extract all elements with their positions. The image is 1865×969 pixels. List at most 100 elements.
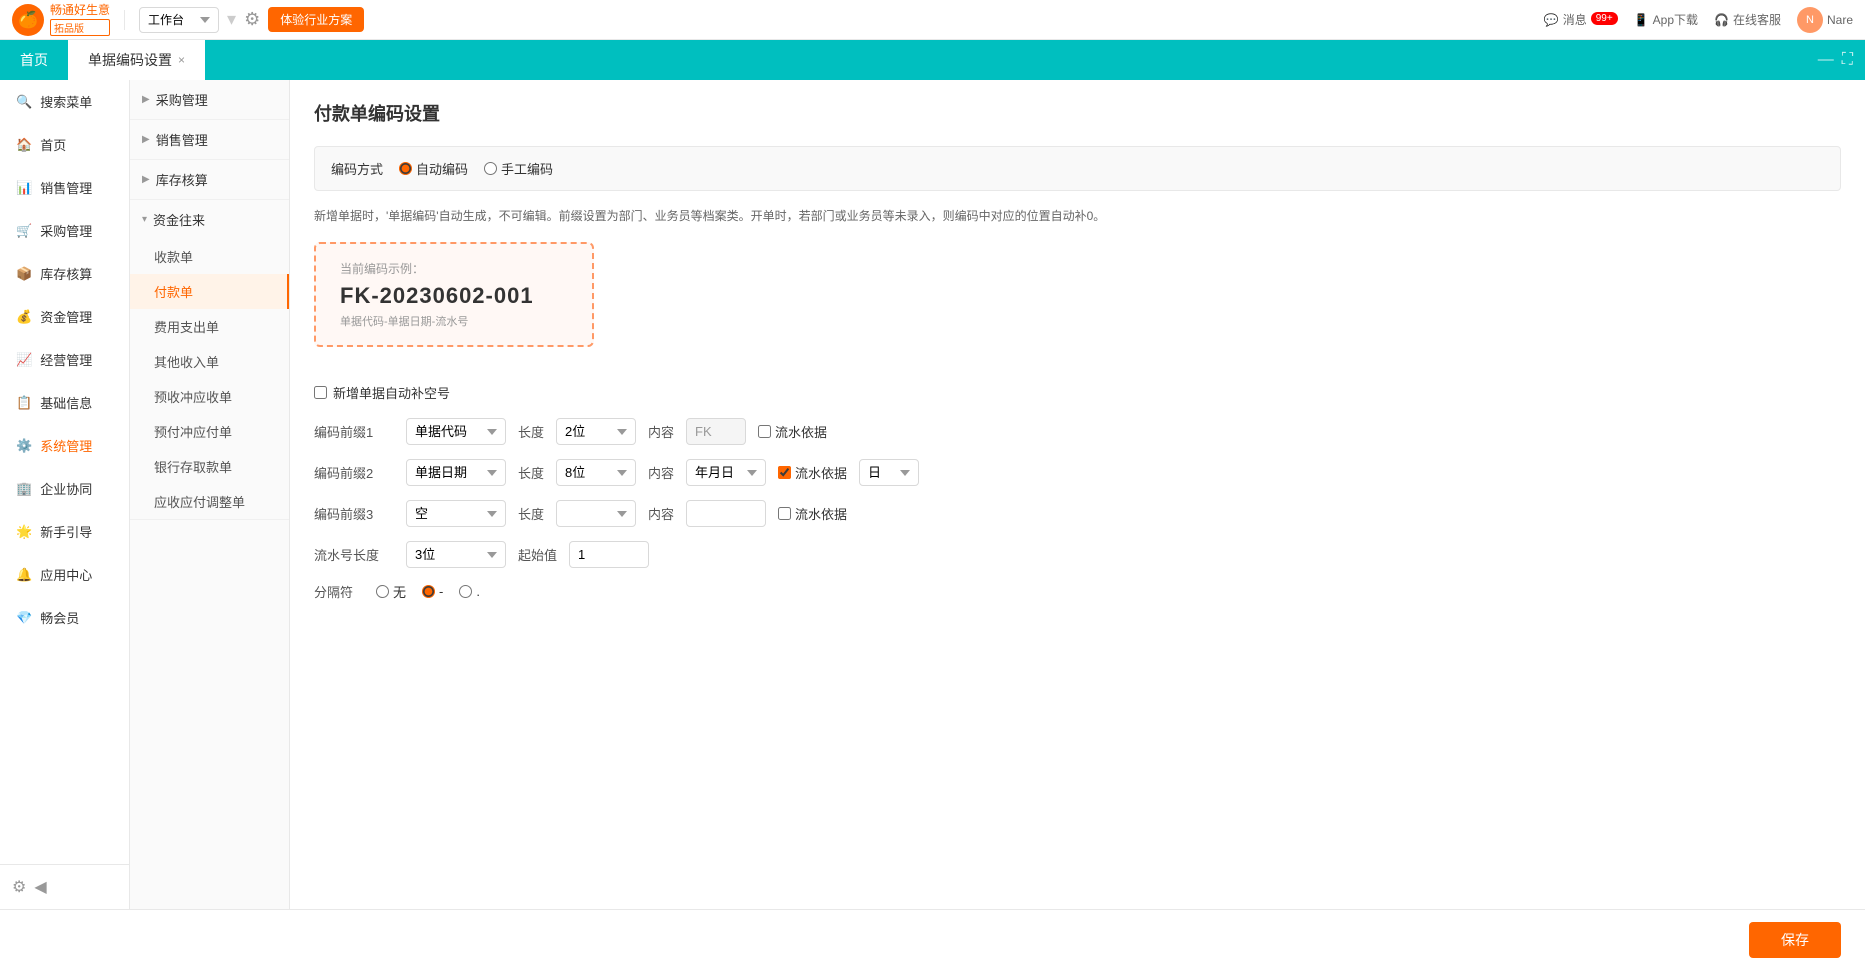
manual-encoding-radio[interactable] xyxy=(484,162,497,175)
prefix1-type-select[interactable]: 单据代码 xyxy=(406,418,506,445)
prefix1-length-select[interactable]: 2位 xyxy=(556,418,636,445)
tab-expand-icon[interactable]: ⛶ xyxy=(1842,51,1853,69)
logo-tag: 拓品版 xyxy=(50,19,110,36)
mid-nav-item-payment[interactable]: 付款单 xyxy=(130,274,289,309)
prefix2-serial-label: 流水依据 xyxy=(795,463,847,482)
prefix1-serial-checkbox[interactable]: 流水依据 xyxy=(758,422,827,441)
settings-icon[interactable]: ⚙ xyxy=(244,9,260,30)
prefix2-type-select[interactable]: 单据日期 xyxy=(406,459,506,486)
sidebar-item-home[interactable]: 🏠 首页 xyxy=(0,123,129,166)
mid-nav-item-bank-deposit[interactable]: 银行存取款单 xyxy=(130,449,289,484)
serial-start-input[interactable] xyxy=(569,541,649,568)
tab-minimize-icon[interactable]: — xyxy=(1818,51,1834,69)
encoding-method-section: 编码方式 自动编码 手工编码 xyxy=(314,146,1841,191)
info-text: 新增单据时，'单据编码'自动生成，不可编辑。前缀设置为部门、业务员等档案类。开单… xyxy=(314,207,1841,226)
sidebar-item-enterprise[interactable]: 🏢 企业协同 xyxy=(0,467,129,510)
appstore-icon: 🔔 xyxy=(16,567,32,583)
sep-dash-option[interactable]: - xyxy=(422,584,443,599)
sep-dot-label: . xyxy=(476,584,480,599)
avatar: N xyxy=(1797,7,1823,33)
prefix3-content-input[interactable] xyxy=(686,500,766,527)
dropdown-icon[interactable]: ▾ xyxy=(227,9,236,30)
sidebar-item-inventory[interactable]: 📦 库存核算 xyxy=(0,252,129,295)
sidebar-item-appstore[interactable]: 🔔 应用中心 xyxy=(0,553,129,596)
sep-dash-radio[interactable] xyxy=(422,585,435,598)
mid-nav: ▶ 采购管理 ▶ 销售管理 ▶ 库存核算 ▾ 资金往来 收款单 xyxy=(130,80,290,909)
prefix2-content-select[interactable]: 年月日 xyxy=(686,459,766,486)
sidebar-label-finance: 资金管理 xyxy=(40,307,92,326)
auto-encoding-radio[interactable] xyxy=(399,162,412,175)
sidebar-item-membership[interactable]: 💎 畅会员 xyxy=(0,596,129,639)
mid-nav-item-prepay-receive[interactable]: 预收冲应收单 xyxy=(130,379,289,414)
mid-nav-item-prepay-pay[interactable]: 预付冲应付单 xyxy=(130,414,289,449)
prefix3-content-label: 内容 xyxy=(648,504,674,523)
mid-nav-item-other-income[interactable]: 其他收入单 xyxy=(130,344,289,379)
tab-home[interactable]: 首页 xyxy=(0,40,68,80)
messages-item[interactable]: 💬 消息 99+ xyxy=(1544,11,1618,28)
sep-dot-option[interactable]: . xyxy=(459,584,480,599)
sep-none-option[interactable]: 无 xyxy=(376,582,406,601)
sidebar-item-guide[interactable]: 🌟 新手引导 xyxy=(0,510,129,553)
separator-label: 分隔符 xyxy=(314,582,364,601)
mid-nav-title-inventory[interactable]: ▶ 库存核算 xyxy=(130,160,289,199)
mid-nav-item-expense[interactable]: 费用支出单 xyxy=(130,309,289,344)
mid-nav-item-receipt[interactable]: 收款单 xyxy=(130,239,289,274)
workspace-select[interactable]: 工作台 xyxy=(139,7,219,33)
sep-dot-radio[interactable] xyxy=(459,585,472,598)
auto-encoding-option[interactable]: 自动编码 xyxy=(399,159,468,178)
sidebar-item-basic[interactable]: 📋 基础信息 xyxy=(0,381,129,424)
prefix1-label: 编码前缀1 xyxy=(314,422,394,441)
mid-nav-title-sales[interactable]: ▶ 销售管理 xyxy=(130,120,289,159)
tab-settings-label: 单据编码设置 xyxy=(88,50,172,70)
auto-fill-checkbox-row[interactable]: 新增单据自动补空号 xyxy=(314,383,1841,402)
content-area: 付款单编码设置 编码方式 自动编码 手工编码 新增单据时，'单据编码'自动生成，… xyxy=(290,80,1865,909)
prefix3-serial-checkbox[interactable]: 流水依据 xyxy=(778,504,847,523)
sidebar-label-operations: 经营管理 xyxy=(40,350,92,369)
sidebar-item-purchase[interactable]: 🛒 采购管理 xyxy=(0,209,129,252)
prefix3-serial-check[interactable] xyxy=(778,507,791,520)
prefix2-date-unit-select[interactable]: 日 月 年 xyxy=(859,459,919,486)
prefix3-length-label: 长度 xyxy=(518,504,544,523)
sidebar-collapse-icon[interactable]: ◀ xyxy=(34,877,46,897)
tab-actions: — ⛶ xyxy=(1818,51,1865,69)
inventory-icon: 📦 xyxy=(16,266,32,282)
mid-nav-title-finance[interactable]: ▾ 资金往来 xyxy=(130,200,289,239)
mid-nav-sales-label: 销售管理 xyxy=(156,130,208,149)
sidebar-item-sales[interactable]: 📊 销售管理 xyxy=(0,166,129,209)
prefix2-serial-check[interactable] xyxy=(778,466,791,479)
sep-none-radio[interactable] xyxy=(376,585,389,598)
prefix1-content-label: 内容 xyxy=(648,422,674,441)
code-preview-label: 当前编码示例： xyxy=(340,260,568,277)
tab-settings[interactable]: 单据编码设置 × xyxy=(68,40,205,80)
auto-fill-checkbox[interactable] xyxy=(314,386,327,399)
logo-area: 🍊 畅通好生意 拓品版 xyxy=(12,3,110,36)
arrow-icon-purchase: ▶ xyxy=(142,94,150,105)
manual-encoding-option[interactable]: 手工编码 xyxy=(484,159,553,178)
encoding-method-label: 编码方式 xyxy=(331,159,383,178)
prefix1-serial-check[interactable] xyxy=(758,425,771,438)
prefix3-type-select[interactable]: 空 xyxy=(406,500,506,527)
prefix2-serial-checkbox[interactable]: 流水依据 xyxy=(778,463,847,482)
sidebar-item-system[interactable]: ⚙️ 系统管理 xyxy=(0,424,129,467)
serial-length-select[interactable]: 3位 4位 5位 xyxy=(406,541,506,568)
sidebar-settings-icon[interactable]: ⚙ xyxy=(12,877,26,897)
trial-button[interactable]: 体验行业方案 xyxy=(268,7,364,32)
footer-bar: 保存 xyxy=(0,909,1865,969)
mid-nav-item-receivable-adjust[interactable]: 应收应付调整单 xyxy=(130,484,289,519)
user-profile[interactable]: N Nare xyxy=(1797,7,1853,33)
sidebar-item-operations[interactable]: 📈 经营管理 xyxy=(0,338,129,381)
page-title: 付款单编码设置 xyxy=(314,100,1841,126)
mid-nav-title-purchase[interactable]: ▶ 采购管理 xyxy=(130,80,289,119)
sidebar-item-search[interactable]: 🔍 搜索菜单 xyxy=(0,80,129,123)
online-service-item[interactable]: 🎧 在线客服 xyxy=(1714,11,1781,28)
messages-label: 消息 xyxy=(1563,11,1587,28)
app-download-item[interactable]: 📱 App下载 xyxy=(1634,11,1698,28)
prefix3-length-select[interactable] xyxy=(556,500,636,527)
basic-icon: 📋 xyxy=(16,395,32,411)
tab-close-icon[interactable]: × xyxy=(178,53,185,67)
save-button[interactable]: 保存 xyxy=(1749,922,1841,958)
sidebar-item-finance[interactable]: 💰 资金管理 xyxy=(0,295,129,338)
prefix2-length-select[interactable]: 8位 xyxy=(556,459,636,486)
main-layout: 🔍 搜索菜单 🏠 首页 📊 销售管理 🛒 采购管理 📦 库存核算 💰 资金管理 … xyxy=(0,80,1865,909)
topbar-right: 💬 消息 99+ 📱 App下载 🎧 在线客服 N Nare xyxy=(1544,7,1853,33)
